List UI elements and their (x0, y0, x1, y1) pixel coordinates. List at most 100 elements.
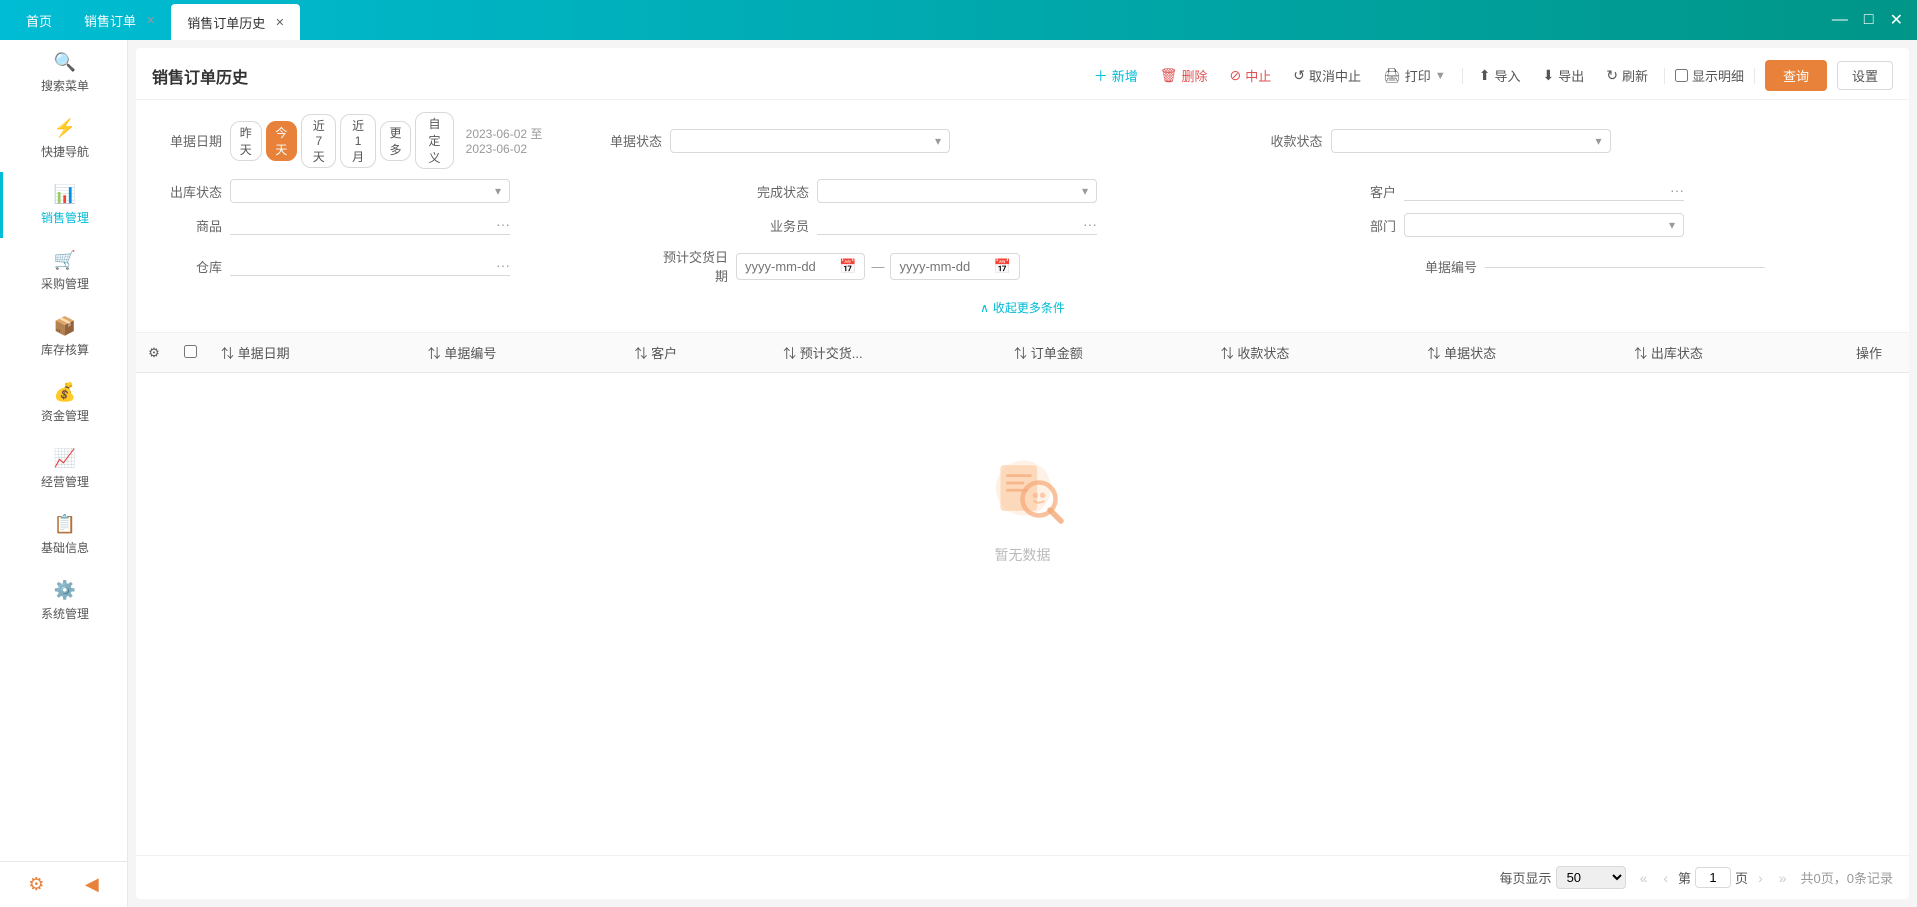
sidebar-item-search-menu[interactable]: 🔍 搜索菜单 (0, 40, 127, 106)
tab-sales-order-history[interactable]: 销售订单历史 ✕ (171, 4, 300, 40)
salesman-dots-icon[interactable]: ··· (1083, 216, 1097, 232)
tab-sales-order-history-close[interactable]: ✕ (275, 16, 284, 29)
delivery-sort-icon[interactable]: ⇅ (783, 346, 796, 361)
show-details-checkbox[interactable] (1675, 69, 1688, 82)
sidebar-item-finance-mgmt[interactable]: 💰 资金管理 (0, 370, 127, 436)
cancel-stop-icon: ↺ (1293, 67, 1305, 84)
sidebar-item-system-mgmt[interactable]: ⚙️ 系统管理 (0, 568, 127, 634)
custom-btn[interactable]: 自定义 (415, 112, 453, 169)
delete-button[interactable]: 🗑 删除 (1154, 62, 1214, 89)
date-sort-icon[interactable]: ⇅ (221, 346, 234, 361)
query-button[interactable]: 查询 (1765, 60, 1827, 91)
receipt-status-select[interactable]: ▾ (1331, 129, 1611, 153)
action-col-label: 操作 (1856, 346, 1882, 361)
settings-button[interactable]: 设置 (1837, 61, 1893, 90)
cancel-stop-label: 取消中止 (1309, 66, 1361, 85)
settings-col-header: ⚙ (136, 333, 172, 373)
out-stock-filter-item: 出库状态 ▾ (152, 179, 719, 203)
sidebar-item-sales-mgmt[interactable]: 📊 销售管理 (0, 172, 127, 238)
delivery-date-end[interactable]: 📅 (890, 253, 1019, 280)
order-no-sort-icon[interactable]: ⇅ (428, 346, 441, 361)
minimize-btn[interactable]: — (1828, 7, 1852, 33)
sidebar-item-inventory-check[interactable]: 📦 库存核算 (0, 304, 127, 370)
delivery-date-start-input[interactable] (745, 259, 835, 274)
delivery-date-end-input[interactable] (899, 259, 989, 274)
export-label: 导出 (1558, 66, 1584, 85)
last-page-btn[interactable]: » (1773, 868, 1793, 888)
status-label: 单据状态 (592, 131, 662, 150)
completion-label: 完成状态 (739, 182, 809, 201)
customer-sort-icon[interactable]: ⇅ (634, 346, 647, 361)
yesterday-btn[interactable]: 昨天 (230, 121, 262, 161)
data-table: ⚙ ⇅ 单据日期 ⇅ 单据编号 (136, 333, 1909, 373)
close-btn[interactable]: ✕ (1886, 6, 1907, 34)
tab-sales-order-history-label: 销售订单历史 (187, 13, 265, 32)
sidebar-item-basic-info[interactable]: 📋 基础信息 (0, 502, 127, 568)
add-button[interactable]: ＋ 新增 (1088, 62, 1144, 90)
tab-sales-order[interactable]: 销售订单 ✕ (68, 0, 171, 40)
select-all-checkbox[interactable] (184, 345, 197, 358)
order-status-sort-icon[interactable]: ⇅ (1427, 346, 1440, 361)
sidebar-settings-icon[interactable]: ⚙ (28, 874, 44, 895)
salesman-label: 业务员 (739, 216, 809, 235)
last7days-btn[interactable]: 近7天 (301, 114, 336, 168)
page-title: 销售订单历史 (152, 64, 248, 88)
warehouse-dots-icon[interactable]: ··· (496, 257, 510, 273)
completion-filter-item: 完成状态 ▾ (719, 179, 1306, 203)
prev-page-btn[interactable]: ‹ (1657, 868, 1674, 888)
collapse-row[interactable]: ∧ 收起更多条件 (152, 295, 1893, 320)
show-details-label: 显示明细 (1692, 66, 1744, 85)
receipt-status-sort-icon[interactable]: ⇅ (1221, 346, 1234, 361)
quick-nav-icon: ⚡ (54, 118, 76, 139)
last-month-btn[interactable]: 近1月 (340, 114, 375, 168)
cancel-stop-button[interactable]: ↺ 取消中止 (1287, 62, 1367, 89)
calendar-start-icon[interactable]: 📅 (839, 258, 856, 275)
next-page-btn[interactable]: › (1752, 868, 1769, 888)
sales-mgmt-icon: 📊 (54, 184, 76, 205)
date-label: 单据日期 (152, 131, 222, 150)
tab-home[interactable]: 首页 (10, 0, 68, 40)
finance-mgmt-icon: 💰 (54, 382, 76, 403)
page-size-select[interactable]: 10 20 50 100 (1556, 866, 1626, 889)
export-button[interactable]: ⬇ 导出 (1536, 62, 1590, 89)
out-stock-col-label: 出库状态 (1651, 346, 1703, 361)
tab-sales-order-close[interactable]: ✕ (146, 14, 155, 27)
delivery-date-start[interactable]: 📅 (736, 253, 865, 280)
sidebar-item-search-menu-label: 搜索菜单 (41, 77, 89, 94)
sidebar-collapse-icon[interactable]: ◀ (85, 874, 99, 895)
toolbar-divider-1 (1462, 68, 1463, 84)
page-input[interactable] (1695, 867, 1731, 888)
show-details-checkbox-wrapper[interactable]: 显示明细 (1675, 66, 1744, 85)
amount-sort-icon[interactable]: ⇅ (1014, 346, 1027, 361)
first-page-btn[interactable]: « (1634, 868, 1654, 888)
status-select[interactable]: ▾ (670, 129, 950, 153)
out-stock-select[interactable]: ▾ (230, 179, 510, 203)
sidebar-item-quick-nav-label: 快捷导航 (41, 143, 89, 160)
add-icon: ＋ (1094, 66, 1108, 86)
customer-dots-icon[interactable]: ··· (1670, 182, 1684, 198)
empty-text: 暂无数据 (995, 545, 1051, 565)
completion-select[interactable]: ▾ (817, 179, 1097, 203)
basic-info-icon: 📋 (54, 514, 76, 535)
out-stock-col-header: ⇅ 出库状态 (1622, 333, 1829, 373)
table-settings-icon[interactable]: ⚙ (148, 345, 160, 360)
product-dots-icon[interactable]: ··· (496, 216, 510, 232)
sidebar-item-quick-nav[interactable]: ⚡ 快捷导航 (0, 106, 127, 172)
more-btn[interactable]: 更多 (380, 121, 412, 161)
today-btn[interactable]: 今天 (266, 121, 298, 161)
dept-select[interactable]: ▾ (1404, 213, 1684, 237)
dept-arrow-icon: ▾ (1669, 218, 1675, 232)
date-col-label: 单据日期 (238, 346, 290, 361)
calendar-end-icon[interactable]: 📅 (993, 258, 1010, 275)
out-stock-sort-icon[interactable]: ⇅ (1634, 346, 1647, 361)
print-button[interactable]: 🖨 打印 ▼ (1377, 62, 1452, 89)
stop-button[interactable]: ⊘ 中止 (1224, 62, 1278, 89)
page-label: 页 (1735, 868, 1748, 887)
sidebar-item-operations-mgmt[interactable]: 📈 经营管理 (0, 436, 127, 502)
refresh-button[interactable]: ↻ 刷新 (1600, 62, 1654, 89)
import-button[interactable]: ⬆ 导入 (1473, 62, 1527, 89)
stop-label: 中止 (1245, 66, 1271, 85)
sidebar-item-operations-mgmt-label: 经营管理 (41, 473, 89, 490)
maximize-btn[interactable]: □ (1860, 7, 1878, 33)
sidebar-item-purchase-mgmt[interactable]: 🛒 采购管理 (0, 238, 127, 304)
